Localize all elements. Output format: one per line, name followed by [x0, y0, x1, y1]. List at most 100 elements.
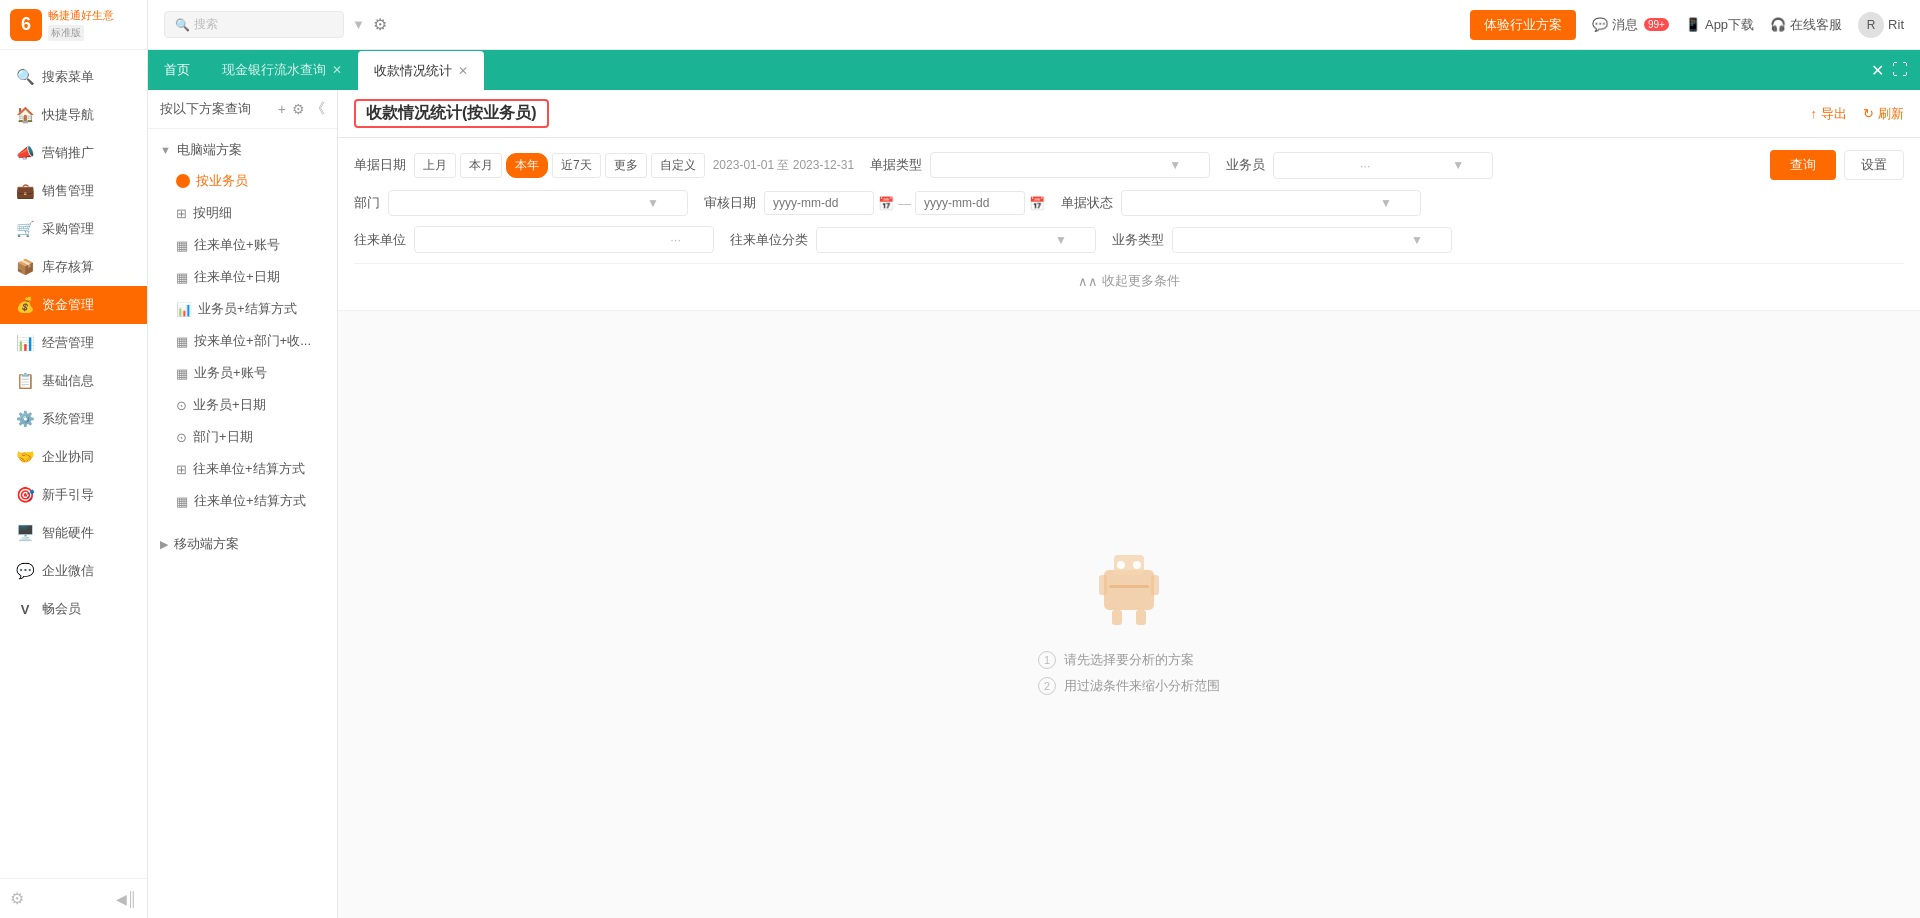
- date-label: 单据日期: [354, 156, 406, 174]
- scheme-item-salesperson-date[interactable]: ⊙ 业务员+日期: [148, 389, 337, 421]
- sidebar-item-basic[interactable]: 📋 基础信息: [0, 362, 147, 400]
- filter-row-3: 往来单位 ··· 往来单位分类 ▼ 业务类型: [354, 226, 1904, 253]
- scheme-item-by-customer-dept[interactable]: ▦ 按来单位+部门+收...: [148, 325, 337, 357]
- sidebar-item-quicknav[interactable]: 🏠 快捷导航: [0, 96, 147, 134]
- online-service-btn[interactable]: 🎧 在线客服: [1770, 16, 1842, 34]
- sidebar-item-purchase[interactable]: 🛒 采购管理: [0, 210, 147, 248]
- logo-icon: 6: [10, 9, 42, 41]
- export-btn[interactable]: ↑ 导出: [1811, 105, 1848, 123]
- date-btn-last-month[interactable]: 上月: [414, 153, 456, 178]
- doctype-label: 单据类型: [870, 156, 922, 174]
- sidebar-bottom: ⚙ ◀║: [0, 878, 147, 918]
- sidebar-item-guide[interactable]: 🎯 新手引导: [0, 476, 147, 514]
- main-area: 🔍 搜索 ▼ ⚙ 体验行业方案 💬 消息 99+ 📱 App下载 🎧 在线客服: [148, 0, 1920, 918]
- user-avatar[interactable]: R Rit: [1858, 12, 1904, 38]
- by-customer-dept-label: 按来单位+部门+收...: [194, 332, 311, 350]
- sidebar-item-label: 快捷导航: [42, 106, 94, 124]
- sidebar-item-fund[interactable]: 💰 资金管理: [0, 286, 147, 324]
- scheme-group-desktop: ▼ 电脑端方案 按业务员 ⊞ 按明细 ▦ 往来单位+账号 ▦ 往来单位+日: [148, 129, 337, 523]
- scheme-item-customer-settle1[interactable]: ⊞ 往来单位+结算方式: [148, 453, 337, 485]
- scheme-item-salesperson-account[interactable]: ▦ 业务员+账号: [148, 357, 337, 389]
- topbar-left: 🔍 搜索 ▼ ⚙: [164, 11, 387, 38]
- sidebar-item-label: 企业协同: [42, 448, 94, 466]
- customer-select[interactable]: ···: [414, 226, 714, 253]
- scheme-item-customer-account[interactable]: ▦ 往来单位+账号: [148, 229, 337, 261]
- panel-settings-icon[interactable]: ⚙: [292, 101, 305, 117]
- sidebar-item-member[interactable]: V 畅会员: [0, 590, 147, 628]
- doc-status-select[interactable]: ▼: [1121, 190, 1421, 216]
- panel-collapse-icon[interactable]: 《: [311, 100, 325, 118]
- customer-type-label: 往来单位分类: [730, 231, 808, 249]
- sidebar-item-collab[interactable]: 🤝 企业协同: [0, 438, 147, 476]
- doctype-select[interactable]: ▼: [930, 152, 1210, 178]
- topbar-dropdown-icon[interactable]: ▼: [352, 17, 365, 32]
- customer-label: 往来单位: [354, 231, 406, 249]
- date-btn-7days[interactable]: 近7天: [552, 153, 601, 178]
- left-panel-header: 按以下方案查询 + ⚙ 《: [148, 90, 337, 129]
- customer-settle2-label: 往来单位+结算方式: [194, 492, 306, 510]
- review-date-to-input[interactable]: [915, 191, 1025, 215]
- message-btn[interactable]: 💬 消息 99+: [1592, 16, 1669, 34]
- tab-collection[interactable]: 收款情况统计 ✕: [358, 51, 484, 91]
- biz-type-select[interactable]: ▼: [1172, 227, 1452, 253]
- panel-add-icon[interactable]: +: [278, 101, 286, 117]
- topbar: 🔍 搜索 ▼ ⚙ 体验行业方案 💬 消息 99+ 📱 App下载 🎧 在线客服: [148, 0, 1920, 50]
- set-btn[interactable]: 设置: [1844, 150, 1904, 180]
- scheme-item-salesperson-settle[interactable]: 📊 业务员+结算方式: [148, 293, 337, 325]
- app-download-btn[interactable]: 📱 App下载: [1685, 16, 1754, 34]
- trial-btn[interactable]: 体验行业方案: [1470, 10, 1576, 40]
- scheme-item-dept-date[interactable]: ⊙ 部门+日期: [148, 421, 337, 453]
- salesperson-select[interactable]: ··· ▼: [1273, 152, 1493, 179]
- scheme-item-by-salesperson[interactable]: 按业务员: [148, 165, 337, 197]
- dept-select[interactable]: ▼: [388, 190, 688, 216]
- date-btn-custom[interactable]: 自定义: [651, 153, 705, 178]
- date-btn-this-year[interactable]: 本年: [506, 153, 548, 178]
- sidebar-item-hardware[interactable]: 🖥️ 智能硬件: [0, 514, 147, 552]
- sidebar-item-label: 营销推广: [42, 144, 94, 162]
- sidebar-settings-icon[interactable]: ⚙: [10, 889, 24, 908]
- filter-area: 单据日期 上月 本月 本年 近7天 更多 自定义 2023-01-01 至 20…: [338, 138, 1920, 311]
- scheme-item-customer-settle2[interactable]: ▦ 往来单位+结算方式: [148, 485, 337, 517]
- sidebar-item-operation[interactable]: 📊 经营管理: [0, 324, 147, 362]
- left-panel-icons: + ⚙ 《: [278, 100, 325, 118]
- quicknav-icon: 🏠: [16, 106, 34, 124]
- biz-type-label: 业务类型: [1112, 231, 1164, 249]
- sidebar-item-inventory[interactable]: 📦 库存核算: [0, 248, 147, 286]
- sidebar-item-system[interactable]: ⚙️ 系统管理: [0, 400, 147, 438]
- tab-bank-close-icon[interactable]: ✕: [332, 63, 342, 77]
- scheme-group-mobile-header[interactable]: ▶ 移动端方案: [148, 529, 337, 559]
- sidebar-item-search[interactable]: 🔍 搜索菜单: [0, 58, 147, 96]
- sidebar-collapse-icon[interactable]: ◀║: [116, 891, 137, 907]
- tab-bank[interactable]: 现金银行流水查询 ✕: [206, 50, 358, 90]
- right-panel: 收款情况统计(按业务员) ↑ 导出 ↻ 刷新: [338, 90, 1920, 918]
- tab-fullscreen-btn[interactable]: ⛶: [1892, 61, 1908, 79]
- svg-rect-0: [1104, 570, 1154, 610]
- message-label: 消息: [1612, 16, 1638, 34]
- sidebar-item-sales[interactable]: 💼 销售管理: [0, 172, 147, 210]
- customer-type-select[interactable]: ▼: [816, 227, 1096, 253]
- topbar-actions: 体验行业方案 💬 消息 99+ 📱 App下载 🎧 在线客服 R Rit: [1470, 10, 1904, 40]
- topbar-search-box[interactable]: 🔍 搜索: [164, 11, 344, 38]
- tab-home[interactable]: 首页: [148, 50, 206, 90]
- sidebar-item-marketing[interactable]: 📣 营销推广: [0, 134, 147, 172]
- review-date-from-input[interactable]: [764, 191, 874, 215]
- tab-close-all-btn[interactable]: ✕: [1871, 61, 1884, 80]
- scheme-item-customer-date[interactable]: ▦ 往来单位+日期: [148, 261, 337, 293]
- sidebar-item-wechat[interactable]: 💬 企业微信: [0, 552, 147, 590]
- scheme-group-desktop-header[interactable]: ▼ 电脑端方案: [148, 135, 337, 165]
- collapse-btn[interactable]: ∧∧ 收起更多条件: [1078, 272, 1180, 290]
- scheme-item-by-detail[interactable]: ⊞ 按明细: [148, 197, 337, 229]
- svg-point-3: [1133, 561, 1141, 569]
- topbar-settings-icon[interactable]: ⚙: [373, 15, 387, 34]
- query-btn[interactable]: 查询: [1770, 150, 1836, 180]
- tab-end-btns: ✕ ⛶: [1871, 61, 1920, 80]
- sidebar-item-label: 新手引导: [42, 486, 94, 504]
- date-btn-this-month[interactable]: 本月: [460, 153, 502, 178]
- filter-action-btns: 查询 设置: [1770, 150, 1904, 180]
- calendar-to-icon: 📅: [1029, 196, 1045, 211]
- refresh-btn[interactable]: ↻ 刷新: [1863, 105, 1904, 123]
- filter-item-salesperson: 业务员 ··· ▼: [1226, 152, 1493, 179]
- tab-collection-close-icon[interactable]: ✕: [458, 64, 468, 78]
- sidebar-item-label: 系统管理: [42, 410, 94, 428]
- date-btn-more[interactable]: 更多: [605, 153, 647, 178]
